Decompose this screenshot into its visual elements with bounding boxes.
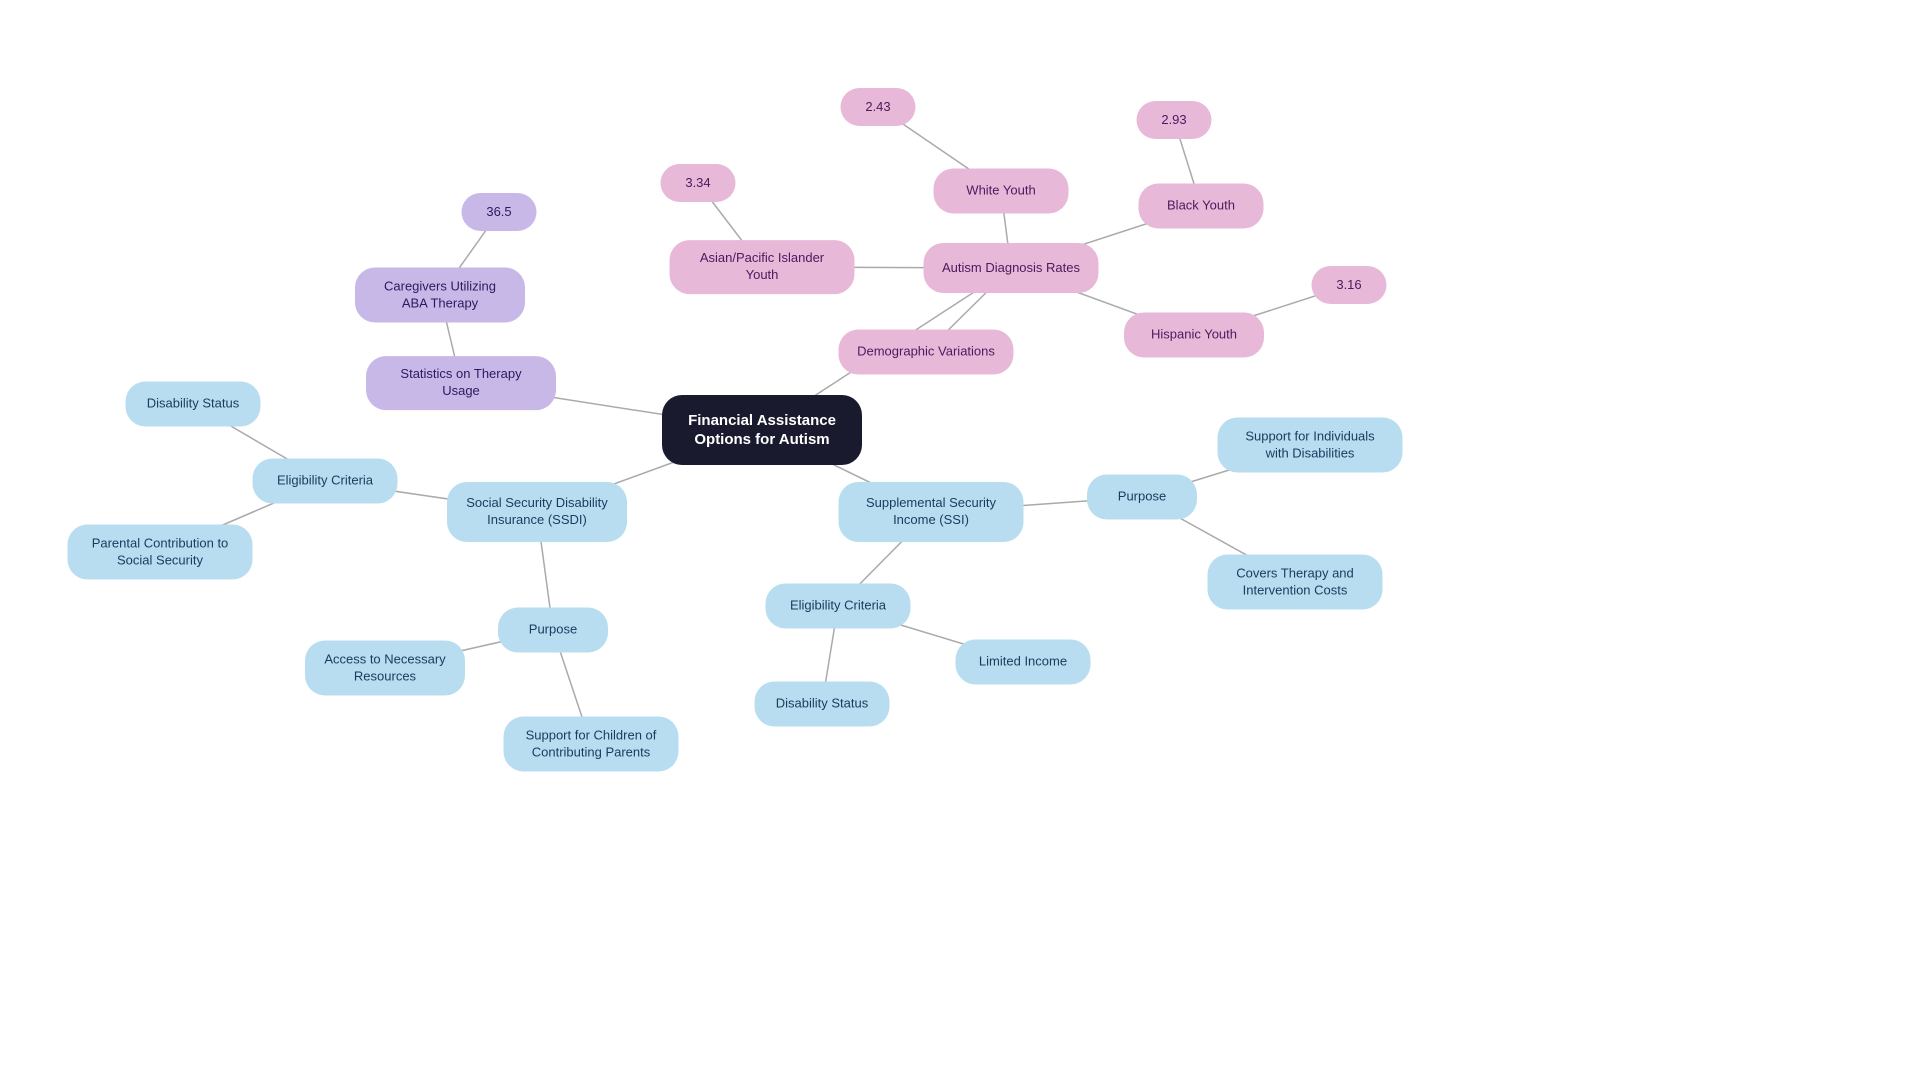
node-value_293: 2.93	[1137, 101, 1212, 139]
node-eligibility_ssi: Eligibility Criteria	[766, 584, 911, 629]
node-support_children: Support for Children of Contributing Par…	[504, 717, 679, 772]
node-value_365: 36.5	[462, 193, 537, 231]
node-purpose_ssi: Purpose	[1087, 475, 1197, 520]
node-asian_youth: Asian/Pacific Islander Youth	[670, 240, 855, 294]
node-eligibility_ssdi: Eligibility Criteria	[253, 459, 398, 504]
node-disability_status_ssi: Disability Status	[755, 682, 890, 727]
node-purpose_ssdi: Purpose	[498, 608, 608, 653]
node-black_youth: Black Youth	[1139, 184, 1264, 229]
node-hispanic_youth: Hispanic Youth	[1124, 313, 1264, 358]
node-value_243: 2.43	[841, 88, 916, 126]
node-center: Financial Assistance Options for Autism	[662, 395, 862, 465]
node-covers_therapy: Covers Therapy and Intervention Costs	[1208, 555, 1383, 610]
node-statistics_therapy: Statistics on Therapy Usage	[366, 356, 556, 410]
node-value_316: 3.16	[1312, 266, 1387, 304]
node-parental_contribution: Parental Contribution to Social Security	[68, 525, 253, 580]
node-caregivers_aba: Caregivers Utilizing ABA Therapy	[355, 268, 525, 323]
node-access_resources: Access to Necessary Resources	[305, 641, 465, 696]
node-ssi: Supplemental Security Income (SSI)	[839, 482, 1024, 542]
node-demographic_variations: Demographic Variations	[839, 330, 1014, 375]
node-value_334: 3.34	[661, 164, 736, 202]
node-limited_income: Limited Income	[956, 640, 1091, 685]
node-white_youth: White Youth	[934, 169, 1069, 214]
mind-map-canvas: Financial Assistance Options for Autism S…	[0, 0, 1920, 1083]
node-autism_diagnosis: Autism Diagnosis Rates	[924, 243, 1099, 293]
node-ssdi: Social Security Disability Insurance (SS…	[447, 482, 627, 542]
node-support_disabilities: Support for Individuals with Disabilitie…	[1218, 418, 1403, 473]
node-disability_status_ssdi: Disability Status	[126, 382, 261, 427]
